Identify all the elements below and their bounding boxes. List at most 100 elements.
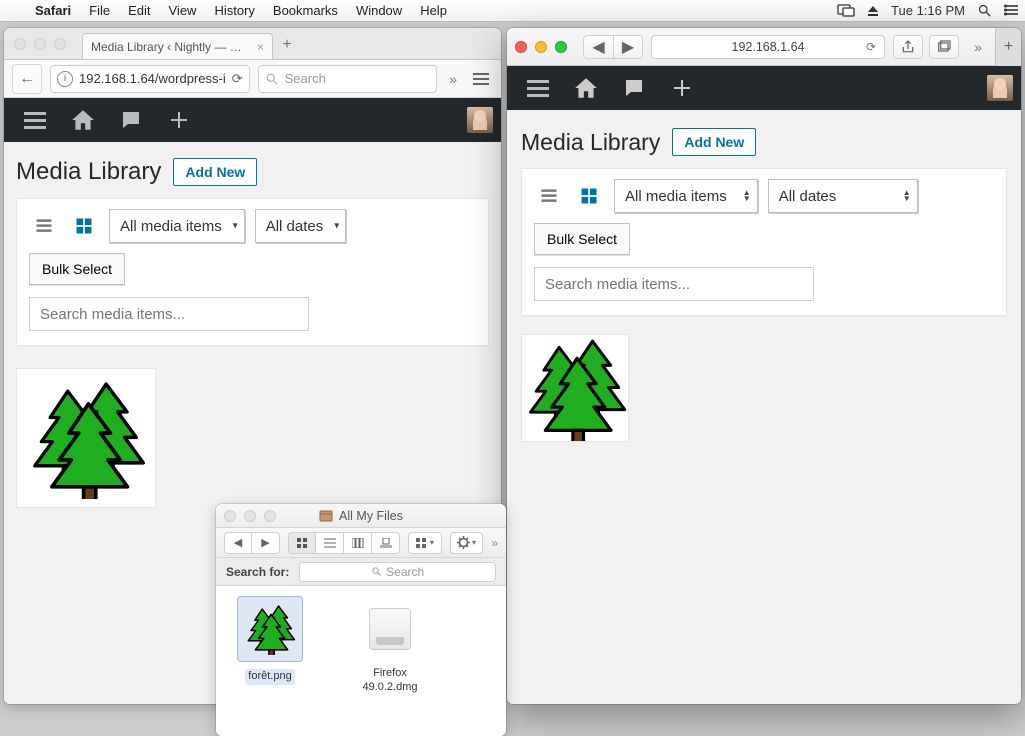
- add-new-button[interactable]: Add New: [672, 128, 756, 156]
- zoom-button[interactable]: [555, 41, 567, 53]
- new-tab-button[interactable]: +: [275, 33, 299, 57]
- add-new-button[interactable]: Add New: [173, 158, 257, 186]
- tab-close-icon[interactable]: ×: [257, 40, 264, 54]
- new-tab-button[interactable]: +: [995, 28, 1021, 66]
- spotlight-icon[interactable]: [977, 3, 992, 18]
- finder-content: forêt.png Firefox 49.0.2.dmg: [216, 586, 506, 736]
- view-grid-button[interactable]: [574, 181, 604, 211]
- wp-comments-icon[interactable]: [611, 76, 657, 100]
- share-button[interactable]: [893, 35, 923, 59]
- address-bar[interactable]: i 192.168.1.64/wordpress-i ⟳: [50, 65, 250, 93]
- site-info-icon[interactable]: i: [57, 71, 73, 87]
- zoom-button[interactable]: [54, 38, 66, 50]
- menu-window[interactable]: Window: [347, 0, 411, 22]
- wp-admin-bar: [507, 66, 1021, 110]
- search-placeholder: Search: [285, 71, 326, 86]
- menu-view[interactable]: View: [160, 0, 206, 22]
- close-button[interactable]: [515, 41, 527, 53]
- minimize-button[interactable]: [535, 41, 547, 53]
- mac-menubar: Safari File Edit View History Bookmarks …: [0, 0, 1025, 22]
- close-button[interactable]: [224, 510, 236, 522]
- minimize-button[interactable]: [244, 510, 256, 522]
- view-columns-button[interactable]: [344, 532, 372, 554]
- view-list-button[interactable]: [29, 211, 59, 241]
- back-button[interactable]: ◀: [224, 532, 252, 554]
- updown-icon: ▲▼: [903, 190, 911, 202]
- file-item[interactable]: Firefox 49.0.2.dmg: [350, 596, 430, 726]
- bulk-select-button[interactable]: Bulk Select: [29, 253, 125, 285]
- wp-home-icon[interactable]: [563, 75, 609, 101]
- show-tabs-button[interactable]: [929, 35, 959, 59]
- eject-icon[interactable]: [867, 5, 879, 17]
- apple-menu[interactable]: [0, 0, 26, 22]
- view-icons-button[interactable]: [288, 532, 316, 554]
- media-item[interactable]: [521, 334, 629, 442]
- media-search-input[interactable]: [29, 297, 309, 331]
- notifications-icon[interactable]: [1004, 4, 1019, 17]
- wp-new-icon[interactable]: [659, 76, 705, 100]
- window-controls[interactable]: [224, 510, 276, 522]
- search-label: Search for:: [226, 565, 289, 579]
- page-title: Media Library: [16, 158, 161, 186]
- back-button[interactable]: ←: [12, 64, 42, 94]
- wp-menu-toggle[interactable]: [515, 80, 561, 97]
- bulk-select-button[interactable]: Bulk Select: [534, 223, 630, 255]
- menu-edit[interactable]: Edit: [119, 0, 159, 22]
- safari-window: ◀ ▶ 192.168.1.64 ⟳ » + Media Library Add…: [507, 28, 1021, 704]
- filter-media-type[interactable]: All media items▲▼: [614, 179, 758, 213]
- firefox-menu-button[interactable]: [469, 67, 493, 91]
- wp-user-avatar[interactable]: [467, 107, 493, 133]
- media-search-input[interactable]: [534, 267, 814, 301]
- search-bar[interactable]: Search: [258, 65, 438, 93]
- finder-search-input[interactable]: Search: [299, 562, 496, 582]
- filter-date[interactable]: All dates▾: [255, 209, 347, 243]
- forward-button[interactable]: ▶: [252, 532, 280, 554]
- screenshare-icon[interactable]: [837, 4, 855, 17]
- filter-media-type[interactable]: All media items▾: [109, 209, 245, 243]
- view-list-button[interactable]: [316, 532, 344, 554]
- forward-button[interactable]: ▶: [613, 35, 643, 59]
- wp-menu-toggle[interactable]: [12, 112, 58, 129]
- wp-comments-icon[interactable]: [108, 108, 154, 132]
- menubar-clock[interactable]: Tue 1:16 PM: [891, 3, 965, 18]
- toolbar-overflow[interactable]: »: [445, 71, 461, 87]
- menu-history[interactable]: History: [205, 0, 263, 22]
- toolbar-overflow[interactable]: »: [969, 39, 987, 55]
- back-button[interactable]: ◀: [583, 35, 613, 59]
- media-item[interactable]: [16, 368, 156, 508]
- address-bar[interactable]: 192.168.1.64 ⟳: [651, 35, 885, 59]
- finder-titlebar[interactable]: All My Files: [216, 504, 506, 528]
- file-thumbnail: [237, 596, 303, 662]
- view-coverflow-button[interactable]: [372, 532, 400, 554]
- finder-toolbar: ◀ ▶ ▾ ▾ »: [216, 528, 506, 558]
- toolbar-overflow[interactable]: »: [491, 536, 498, 550]
- minimize-button[interactable]: [34, 38, 46, 50]
- view-grid-button[interactable]: [69, 211, 99, 241]
- chevron-down-icon: ▾: [334, 221, 339, 232]
- app-menu[interactable]: Safari: [26, 0, 80, 22]
- view-list-button[interactable]: [534, 181, 564, 211]
- filter-date[interactable]: All dates▲▼: [768, 179, 918, 213]
- reload-icon[interactable]: ⟳: [232, 71, 243, 87]
- firefox-tabbar: Media Library ‹ Nightly — Word… × +: [4, 28, 501, 60]
- menu-file[interactable]: File: [80, 0, 119, 22]
- action-button[interactable]: ▾: [450, 532, 484, 554]
- file-item[interactable]: forêt.png: [230, 596, 310, 726]
- browser-tab[interactable]: Media Library ‹ Nightly — Word… ×: [82, 33, 273, 59]
- arrange-button[interactable]: ▾: [408, 532, 442, 554]
- file-name: Firefox 49.0.2.dmg: [350, 666, 430, 696]
- window-controls[interactable]: [515, 41, 567, 53]
- wp-home-icon[interactable]: [60, 107, 106, 133]
- reload-icon[interactable]: ⟳: [866, 40, 876, 54]
- url-text: 192.168.1.64: [732, 40, 805, 54]
- zoom-button[interactable]: [264, 510, 276, 522]
- menu-help[interactable]: Help: [411, 0, 456, 22]
- menu-bookmarks[interactable]: Bookmarks: [264, 0, 347, 22]
- close-button[interactable]: [14, 38, 26, 50]
- finder-title: All My Files: [339, 509, 403, 523]
- view-mode-buttons: [288, 532, 400, 554]
- wp-user-avatar[interactable]: [987, 75, 1013, 101]
- all-my-files-icon: [319, 510, 333, 522]
- wp-new-icon[interactable]: [156, 108, 202, 132]
- window-controls[interactable]: [14, 38, 66, 50]
